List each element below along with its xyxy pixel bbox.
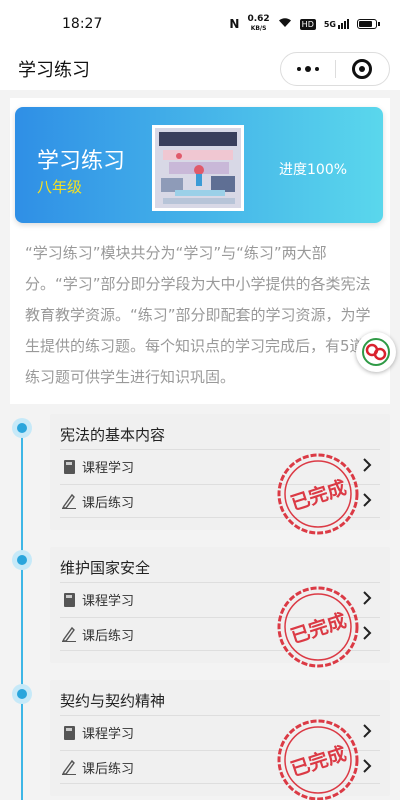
chevron-right-icon xyxy=(363,591,372,605)
progress-text: 进度100% xyxy=(279,162,348,178)
section-title: 契约与契约精神 xyxy=(60,692,166,710)
completed-stamp: 已完成 xyxy=(277,586,359,668)
more-dots-icon xyxy=(296,66,319,72)
pencil-icon xyxy=(62,626,76,642)
nfc-icon: N xyxy=(229,17,240,31)
completed-stamp: 已完成 xyxy=(277,453,359,535)
status-time: 18:27 xyxy=(62,16,103,32)
section-title: 宪法的基本内容 xyxy=(60,426,166,444)
lesson-section: 宪法的基本内容 课程学习 课后练习 已完成 xyxy=(50,414,390,535)
chevron-right-icon xyxy=(363,759,372,773)
banner-illustration xyxy=(152,125,244,211)
stamp-text: 已完成 xyxy=(288,476,349,515)
chevron-right-icon xyxy=(363,493,372,507)
progress-banner: 学习练习 八年级 进度100% xyxy=(15,107,383,223)
close-button[interactable] xyxy=(336,53,390,85)
timeline-node xyxy=(12,550,32,570)
hd-badge: HD xyxy=(299,18,316,30)
course-study-label: 课程学习 xyxy=(82,594,135,609)
status-icons: N 0.62 KB/S HD 5G xyxy=(229,15,380,33)
course-study-label: 课程学习 xyxy=(82,461,135,476)
course-study-label: 课程学习 xyxy=(82,727,135,742)
stamp-text: 已完成 xyxy=(288,742,349,781)
more-button[interactable] xyxy=(281,53,335,85)
intro-description: “学习练习”模块共分为“学习”与“练习”两大部分。“学习”部分即分学段为大中小学… xyxy=(25,244,371,386)
signal-icon: 5G xyxy=(324,19,349,29)
timeline-line xyxy=(21,426,23,800)
chevron-right-icon xyxy=(363,626,372,640)
practice-label: 课后练习 xyxy=(82,628,135,644)
nav-bar: 学习练习 xyxy=(0,48,400,90)
intro-card: 学习练习 八年级 进度100% “学习练习”模块共分为“学习”与“练习”两大部分… xyxy=(10,98,390,404)
completed-stamp: 已完成 xyxy=(277,719,359,800)
grade-label: 八年级 xyxy=(37,178,83,196)
lesson-section: 契约与契约精神 课程学习 课后练习 已完成 xyxy=(50,680,390,800)
page-title: 学习练习 xyxy=(18,60,90,81)
chevron-right-icon xyxy=(363,458,372,472)
pencil-icon xyxy=(62,493,76,509)
lesson-section: 维护国家安全 课程学习 课后练习 已完成 xyxy=(50,547,390,668)
target-icon xyxy=(352,59,373,79)
section-title: 维护国家安全 xyxy=(60,559,151,577)
practice-label: 课后练习 xyxy=(82,761,135,777)
book-icon xyxy=(62,725,76,741)
pencil-icon xyxy=(62,759,76,775)
battery-icon xyxy=(357,19,380,29)
chevron-right-icon xyxy=(363,724,372,738)
mini-program-capsule xyxy=(280,52,390,86)
timeline-node xyxy=(12,418,32,438)
logo-icon xyxy=(362,338,390,366)
network-speed: 0.62 KB/S xyxy=(247,14,270,33)
banner-title: 学习练习 xyxy=(37,149,126,174)
book-icon xyxy=(62,459,76,475)
wifi-icon xyxy=(278,17,292,31)
status-bar: 18:27 N 0.62 KB/S HD 5G xyxy=(0,0,400,48)
stamp-text: 已完成 xyxy=(288,609,349,648)
timeline-node xyxy=(12,684,32,704)
practice-label: 课后练习 xyxy=(82,495,135,511)
book-icon xyxy=(62,592,76,608)
floating-logo-button[interactable] xyxy=(356,332,396,372)
